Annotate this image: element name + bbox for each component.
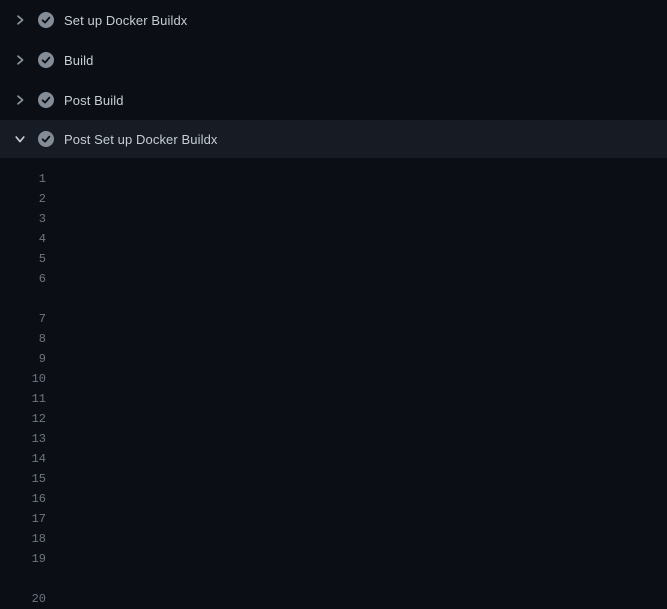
- log-line: 9time="2021-04-23T18:02:37Z" level=warni…: [0, 349, 667, 369]
- chevron-right-icon: [12, 52, 28, 68]
- log-output: 1Post job cleanup. 2BuildKit container l…: [0, 158, 667, 609]
- line-number[interactable]: 15: [0, 469, 46, 489]
- step-post-set-up-docker-buildx[interactable]: Post Set up Docker Buildx: [0, 120, 667, 158]
- log-line: 12time="2021-04-23T18:02:38Z" level=debu…: [0, 409, 667, 429]
- log-line: 4time="2021-04-23T18:02:37Z" level=info …: [0, 229, 667, 249]
- log-line: 7time="2021-04-23T18:02:37Z" level=warni…: [0, 309, 667, 329]
- log-line: 1Post job cleanup.: [0, 169, 667, 189]
- check-circle-icon: [38, 92, 54, 108]
- chevron-right-icon: [12, 12, 28, 28]
- line-number[interactable]: 5: [0, 249, 46, 269]
- line-number[interactable]: 12: [0, 409, 46, 429]
- check-circle-icon: [38, 52, 54, 68]
- line-number[interactable]: 18: [0, 529, 46, 549]
- line-number[interactable]: 20: [0, 589, 46, 609]
- log-line: 18time="2021-04-23T18:02:38Z" level=debu…: [0, 529, 667, 549]
- step-label: Set up Docker Buildx: [64, 13, 187, 28]
- line-number[interactable]: 3: [0, 209, 46, 229]
- log-line: 16time="2021-04-23T18:02:38Z" level=debu…: [0, 489, 667, 509]
- log-line: 13time="2021-04-23T18:02:38Z" level=debu…: [0, 429, 667, 449]
- log-line: 11time="2021-04-23T18:02:38Z" level=debu…: [0, 389, 667, 409]
- line-number[interactable]: 2: [0, 189, 46, 209]
- step-post-build[interactable]: Post Build: [0, 80, 667, 120]
- line-number[interactable]: 6: [0, 269, 46, 289]
- step-label: Build: [64, 53, 93, 68]
- log-line: 8time="2021-04-23T18:02:37Z" level=info …: [0, 329, 667, 349]
- log-line-wrap: linux/riscv64 linux/ppc64le linux/s390x …: [0, 289, 667, 309]
- line-number[interactable]: 19: [0, 549, 46, 569]
- log-line: 19time="2021-04-23T18:02:38Z" level=debu…: [0, 549, 667, 569]
- log-line: 10time="2021-04-23T18:02:37Z" level=info…: [0, 369, 667, 389]
- line-number[interactable]: 13: [0, 429, 46, 449]
- line-number[interactable]: 7: [0, 309, 46, 329]
- log-line: 6time="2021-04-23T18:02:37Z" level=info …: [0, 269, 667, 289]
- log-group-header[interactable]: 2BuildKit container logs: [0, 189, 667, 209]
- log-line: 17time="2021-04-23T18:02:38Z" level=debu…: [0, 509, 667, 529]
- chevron-right-icon: [12, 92, 28, 108]
- log-line: 3/usr/bin/docker logs buildx_buildkit_bu…: [0, 209, 667, 229]
- check-circle-icon: [38, 131, 54, 147]
- step-label: Post Build: [64, 93, 124, 108]
- log-line: 5time="2021-04-23T18:02:37Z" level=warni…: [0, 249, 667, 269]
- log-line-wrap: application/vnd.oci.image.index.v1+json,…: [0, 569, 667, 589]
- step-list: Set up Docker Buildx Build Post Build Po…: [0, 0, 667, 158]
- line-number[interactable]: 8: [0, 329, 46, 349]
- line-number[interactable]: 1: [0, 169, 46, 189]
- chevron-down-icon: [12, 131, 28, 147]
- step-label: Post Set up Docker Buildx: [64, 132, 218, 147]
- log-line: 14time="2021-04-23T18:02:38Z" level=debu…: [0, 449, 667, 469]
- log-line: 15time="2021-04-23T18:02:38Z" level=debu…: [0, 469, 667, 489]
- line-number[interactable]: 11: [0, 389, 46, 409]
- check-circle-icon: [38, 12, 54, 28]
- line-number[interactable]: 4: [0, 229, 46, 249]
- line-number[interactable]: 10: [0, 369, 46, 389]
- step-set-up-docker-buildx[interactable]: Set up Docker Buildx: [0, 0, 667, 40]
- line-number[interactable]: 16: [0, 489, 46, 509]
- line-number[interactable]: 14: [0, 449, 46, 469]
- log-line: 20time="2021-04-23T18:02:38Z" level=debu…: [0, 589, 667, 609]
- line-number[interactable]: 17: [0, 509, 46, 529]
- line-number[interactable]: 9: [0, 349, 46, 369]
- step-build[interactable]: Build: [0, 40, 667, 80]
